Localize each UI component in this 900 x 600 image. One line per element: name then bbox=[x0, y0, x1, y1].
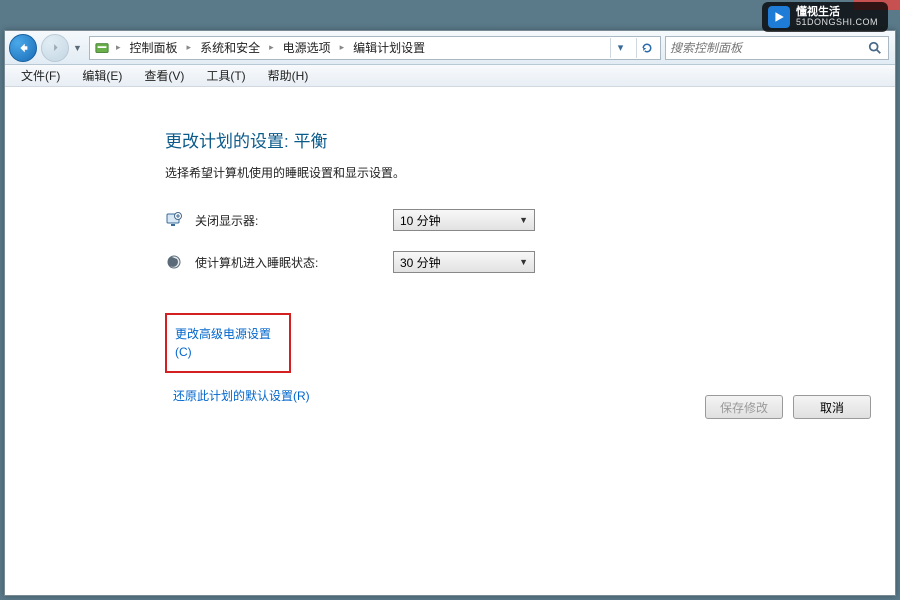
breadcrumb-control-panel[interactable]: 控制面板 bbox=[127, 37, 181, 58]
chevron-right-icon: ▸ bbox=[187, 42, 192, 53]
sleep-label: 使计算机进入睡眠状态: bbox=[195, 254, 381, 271]
display-off-value: 10 分钟 bbox=[400, 212, 441, 229]
cancel-button[interactable]: 取消 bbox=[793, 395, 871, 419]
menu-bar: 文件(F) 编辑(E) 查看(V) 工具(T) 帮助(H) bbox=[5, 65, 895, 87]
site-watermark: 懂视生活 51DONGSHI.COM bbox=[762, 2, 888, 32]
control-panel-icon bbox=[94, 40, 110, 56]
back-button[interactable] bbox=[9, 34, 37, 62]
display-off-select[interactable]: 10 分钟 ▼ bbox=[393, 209, 535, 231]
breadcrumb-edit-plan[interactable]: 编辑计划设置 bbox=[350, 37, 428, 58]
sleep-icon bbox=[165, 253, 183, 271]
display-off-label: 关闭显示器: bbox=[195, 212, 381, 229]
menu-view[interactable]: 查看(V) bbox=[134, 65, 194, 86]
search-icon[interactable] bbox=[866, 39, 884, 57]
highlighted-link-box: 更改高级电源设置(C) bbox=[165, 313, 291, 373]
play-icon bbox=[768, 6, 790, 28]
forward-button[interactable] bbox=[41, 34, 69, 62]
action-buttons: 保存修改 取消 bbox=[705, 395, 871, 419]
control-panel-window: ▼ ▸ 控制面板 ▸ 系统和安全 ▸ 电源选项 ▸ 编辑计划设置 ▾ bbox=[4, 30, 896, 596]
chevron-right-icon: ▸ bbox=[269, 42, 274, 53]
sleep-value: 30 分钟 bbox=[400, 254, 441, 271]
refresh-button[interactable] bbox=[636, 38, 656, 58]
links-section: 更改高级电源设置(C) 还原此计划的默认设置(R) bbox=[165, 313, 863, 404]
page-title: 更改计划的设置: 平衡 bbox=[165, 127, 863, 152]
menu-tools[interactable]: 工具(T) bbox=[196, 65, 255, 86]
chevron-right-icon: ▸ bbox=[116, 42, 121, 53]
navigation-bar: ▼ ▸ 控制面板 ▸ 系统和安全 ▸ 电源选项 ▸ 编辑计划设置 ▾ bbox=[5, 31, 895, 65]
menu-file[interactable]: 文件(F) bbox=[11, 65, 70, 86]
setting-sleep-computer: 使计算机进入睡眠状态: 30 分钟 ▼ bbox=[165, 251, 863, 273]
chevron-down-icon: ▼ bbox=[519, 215, 528, 225]
main-content: 更改计划的设置: 平衡 选择希望计算机使用的睡眠设置和显示设置。 关闭显示器: … bbox=[5, 87, 895, 404]
save-button: 保存修改 bbox=[705, 395, 783, 419]
nav-history-dropdown[interactable]: ▼ bbox=[73, 43, 85, 53]
setting-turn-off-display: 关闭显示器: 10 分钟 ▼ bbox=[165, 209, 863, 231]
search-box[interactable] bbox=[665, 36, 889, 60]
address-bar[interactable]: ▸ 控制面板 ▸ 系统和安全 ▸ 电源选项 ▸ 编辑计划设置 ▾ bbox=[89, 36, 661, 60]
watermark-sub: 51DONGSHI.COM bbox=[796, 18, 878, 28]
chevron-right-icon: ▸ bbox=[340, 42, 345, 53]
breadcrumb-power-options[interactable]: 电源选项 bbox=[280, 37, 334, 58]
advanced-power-settings-link[interactable]: 更改高级电源设置(C) bbox=[175, 327, 271, 359]
chevron-down-icon: ▼ bbox=[519, 257, 528, 267]
sleep-select[interactable]: 30 分钟 ▼ bbox=[393, 251, 535, 273]
menu-edit[interactable]: 编辑(E) bbox=[72, 65, 132, 86]
search-input[interactable] bbox=[670, 41, 866, 55]
display-off-icon bbox=[165, 211, 183, 229]
page-description: 选择希望计算机使用的睡眠设置和显示设置。 bbox=[165, 164, 863, 181]
menu-help[interactable]: 帮助(H) bbox=[258, 65, 319, 86]
address-dropdown[interactable]: ▾ bbox=[610, 38, 630, 58]
breadcrumb-system-safety[interactable]: 系统和安全 bbox=[197, 37, 263, 58]
